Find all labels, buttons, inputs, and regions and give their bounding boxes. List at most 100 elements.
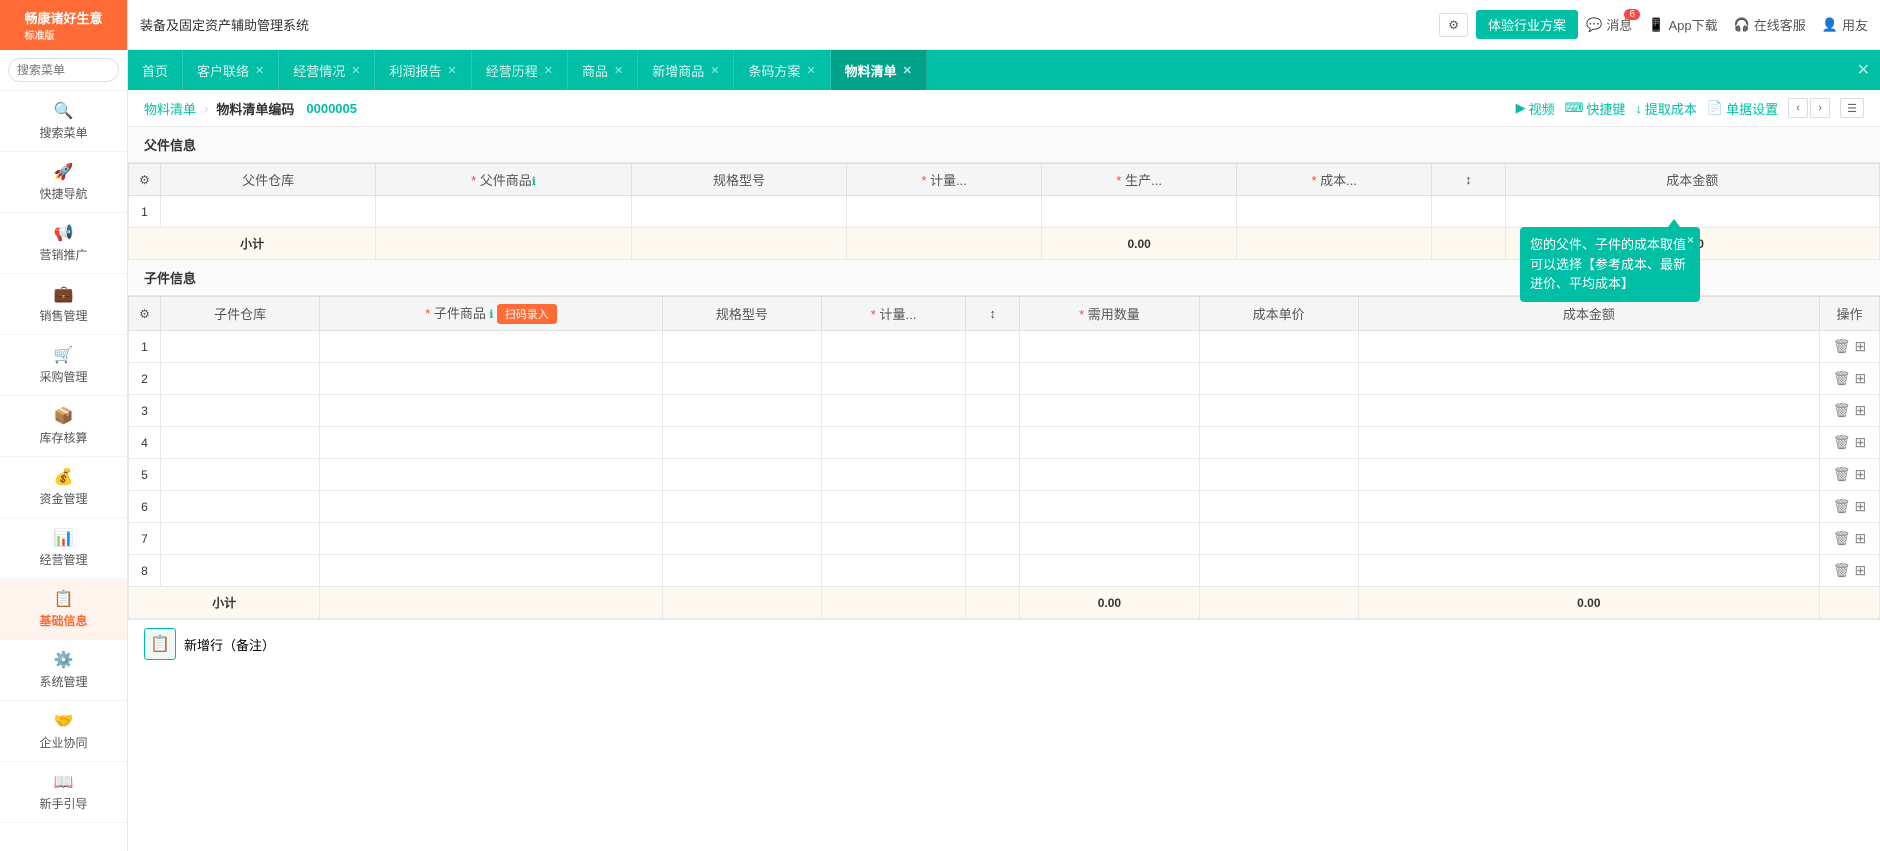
- breadcrumb-link[interactable]: 物料清单: [144, 99, 196, 118]
- child-spec-cell-4[interactable]: [662, 427, 821, 459]
- copy-icon-1[interactable]: ⊞: [1855, 338, 1867, 355]
- user-button[interactable]: 👤 用友: [1822, 15, 1868, 34]
- child-qty-cell-1[interactable]: [821, 331, 965, 363]
- child-unit-cost-cell-2[interactable]: [1199, 363, 1358, 395]
- child-amount-cell-6[interactable]: [1358, 491, 1819, 523]
- child-product-cell-1[interactable]: [320, 331, 663, 363]
- child-needed-cell-8[interactable]: [1020, 555, 1199, 587]
- sidebar-item-marketing[interactable]: 📢 营销推广: [0, 213, 127, 274]
- child-qty-cell-4[interactable]: [821, 427, 965, 459]
- child-amount-cell-1[interactable]: [1358, 331, 1819, 363]
- child-spec-cell-2[interactable]: [662, 363, 821, 395]
- child-spec-cell-3[interactable]: [662, 395, 821, 427]
- child-amount-cell-2[interactable]: [1358, 363, 1819, 395]
- sidebar-item-sales[interactable]: 💼 销售管理: [0, 274, 127, 335]
- child-needed-cell-1[interactable]: [1020, 331, 1199, 363]
- child-spec-cell-7[interactable]: [662, 523, 821, 555]
- child-amount-cell-7[interactable]: [1358, 523, 1819, 555]
- child-needed-cell-5[interactable]: [1020, 459, 1199, 491]
- nav-tab-operations[interactable]: 经营情况✕: [279, 50, 375, 90]
- child-product-cell-2[interactable]: [320, 363, 663, 395]
- parent-warehouse-cell-1[interactable]: [161, 196, 376, 228]
- child-col-settings[interactable]: ⚙: [129, 297, 161, 331]
- copy-icon-4[interactable]: ⊞: [1855, 434, 1867, 451]
- child-sort-cell-8[interactable]: [966, 555, 1020, 587]
- menu-icon-button[interactable]: ☰: [1840, 98, 1864, 118]
- sidebar-item-finance[interactable]: 💰 资金管理: [0, 457, 127, 518]
- child-unit-cost-cell-5[interactable]: [1199, 459, 1358, 491]
- child-spec-cell-5[interactable]: [662, 459, 821, 491]
- copy-icon-3[interactable]: ⊞: [1855, 402, 1867, 419]
- search-input[interactable]: [8, 58, 119, 82]
- child-sort-cell-2[interactable]: [966, 363, 1020, 395]
- nav-tab-close-customer[interactable]: ✕: [255, 64, 264, 77]
- child-warehouse-cell-5[interactable]: [161, 459, 320, 491]
- parent-col-settings[interactable]: ⚙: [129, 164, 161, 196]
- single-settings-action[interactable]: 📄 单据设置: [1707, 99, 1778, 118]
- child-needed-cell-3[interactable]: [1020, 395, 1199, 427]
- child-sort-cell-3[interactable]: [966, 395, 1020, 427]
- child-product-cell-6[interactable]: [320, 491, 663, 523]
- sidebar-item-enterprise[interactable]: 🤝 企业协同: [0, 701, 127, 762]
- copy-icon-2[interactable]: ⊞: [1855, 370, 1867, 387]
- child-warehouse-cell-6[interactable]: [161, 491, 320, 523]
- add-row-button[interactable]: 📋: [144, 628, 176, 660]
- parent-sort-cell-1[interactable]: [1432, 196, 1505, 228]
- parent-qty-cell-1[interactable]: [847, 196, 1042, 228]
- delete-icon-6[interactable]: 🗑: [1833, 498, 1851, 515]
- child-product-cell-4[interactable]: [320, 427, 663, 459]
- child-amount-cell-3[interactable]: [1358, 395, 1819, 427]
- extract-cost-action[interactable]: ↓ 提取成本: [1635, 99, 1697, 118]
- child-qty-cell-2[interactable]: [821, 363, 965, 395]
- nav-tab-close-profit[interactable]: ✕: [448, 64, 457, 77]
- nav-tab-goods[interactable]: 商品✕: [568, 50, 638, 90]
- delete-icon-4[interactable]: 🗑: [1833, 434, 1851, 451]
- nav-tab-close-bom[interactable]: ✕: [903, 64, 912, 77]
- child-warehouse-cell-3[interactable]: [161, 395, 320, 427]
- child-warehouse-cell-8[interactable]: [161, 555, 320, 587]
- next-arrow[interactable]: ›: [1810, 98, 1830, 118]
- sidebar-item-guide[interactable]: 📖 新手引导: [0, 762, 127, 823]
- child-qty-cell-3[interactable]: [821, 395, 965, 427]
- child-product-cell-7[interactable]: [320, 523, 663, 555]
- child-product-cell-8[interactable]: [320, 555, 663, 587]
- child-sort-cell-1[interactable]: [966, 331, 1020, 363]
- child-qty-cell-8[interactable]: [821, 555, 965, 587]
- child-unit-cost-cell-8[interactable]: [1199, 555, 1358, 587]
- child-needed-cell-6[interactable]: [1020, 491, 1199, 523]
- child-sort-cell-4[interactable]: [966, 427, 1020, 459]
- delete-icon-3[interactable]: 🗑: [1833, 402, 1851, 419]
- child-unit-cost-cell-7[interactable]: [1199, 523, 1358, 555]
- nav-tab-close-new-goods[interactable]: ✕: [710, 64, 719, 77]
- nav-tab-close-goods[interactable]: ✕: [614, 64, 623, 77]
- sidebar-item-search[interactable]: 🔍 搜索菜单: [0, 91, 127, 152]
- app-download-button[interactable]: 📱 App下载: [1648, 15, 1717, 34]
- settings-button[interactable]: ⚙: [1439, 13, 1468, 37]
- child-sort-cell-5[interactable]: [966, 459, 1020, 491]
- shortcut-action[interactable]: ⌨ 快捷键: [1565, 99, 1626, 118]
- child-qty-cell-5[interactable]: [821, 459, 965, 491]
- sidebar-item-operations[interactable]: 📊 经营管理: [0, 518, 127, 579]
- child-unit-cost-cell-1[interactable]: [1199, 331, 1358, 363]
- child-warehouse-cell-7[interactable]: [161, 523, 320, 555]
- child-needed-cell-4[interactable]: [1020, 427, 1199, 459]
- copy-icon-7[interactable]: ⊞: [1855, 530, 1867, 547]
- nav-tab-history[interactable]: 经营历程✕: [472, 50, 568, 90]
- nav-tab-profit[interactable]: 利润报告✕: [375, 50, 471, 90]
- view-action[interactable]: ▶ 视频: [1516, 99, 1555, 118]
- child-warehouse-cell-4[interactable]: [161, 427, 320, 459]
- tooltip-close-btn[interactable]: ×: [1687, 231, 1694, 249]
- parent-prod-cell-1[interactable]: [1042, 196, 1237, 228]
- prev-arrow[interactable]: ‹: [1788, 98, 1808, 118]
- sidebar-item-basic-info[interactable]: 📋 基础信息: [0, 579, 127, 640]
- child-sort-cell-6[interactable]: [966, 491, 1020, 523]
- child-unit-cost-cell-6[interactable]: [1199, 491, 1358, 523]
- child-warehouse-cell-2[interactable]: [161, 363, 320, 395]
- delete-icon-8[interactable]: 🗑: [1833, 562, 1851, 579]
- delete-icon-5[interactable]: 🗑: [1833, 466, 1851, 483]
- sidebar-item-inventory[interactable]: 📦 库存核算: [0, 396, 127, 457]
- parent-cost-cell-1[interactable]: [1237, 196, 1432, 228]
- copy-icon-6[interactable]: ⊞: [1855, 498, 1867, 515]
- copy-icon-5[interactable]: ⊞: [1855, 466, 1867, 483]
- child-spec-cell-1[interactable]: [662, 331, 821, 363]
